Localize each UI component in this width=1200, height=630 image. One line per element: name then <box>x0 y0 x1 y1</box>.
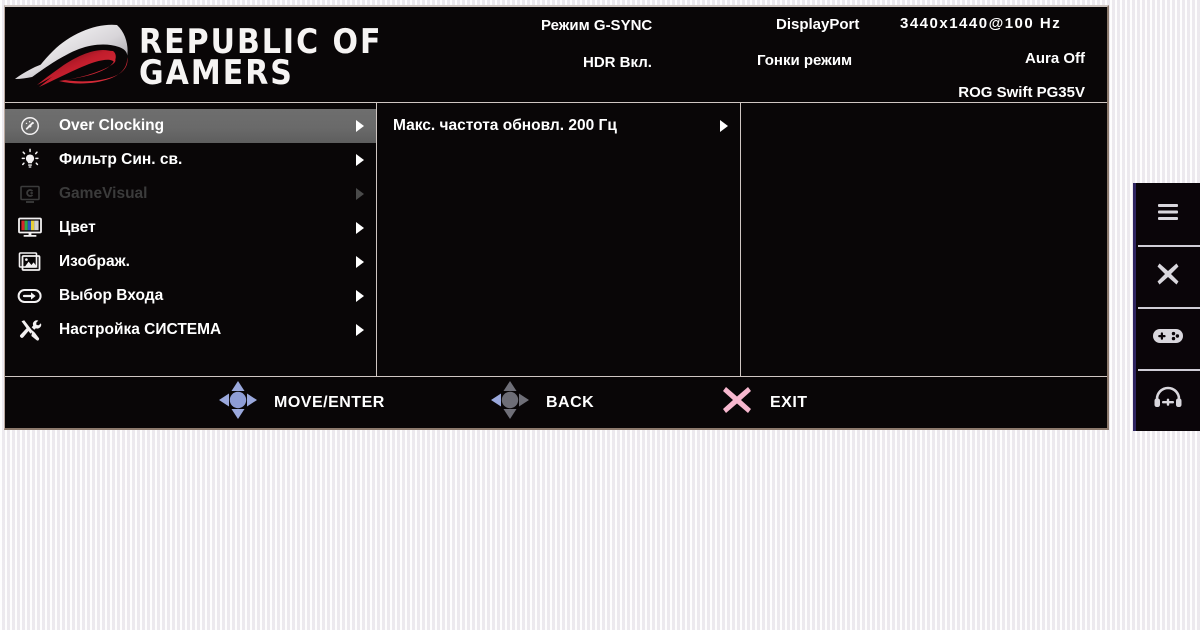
submenu-item-label: Макс. частота обновл. 200 Гц <box>393 117 617 134</box>
chevron-right-icon <box>356 324 364 336</box>
chevron-right-icon <box>356 188 364 200</box>
headset-button[interactable] <box>1136 369 1200 431</box>
osd-submenu: Макс. частота обновл. 200 Гц <box>377 103 741 376</box>
chevron-right-icon <box>356 154 364 166</box>
menu-item-label: GameVisual <box>59 185 148 202</box>
wordmark-line-2: GAMERS <box>139 53 294 93</box>
menu-item-color[interactable]: Цвет <box>5 211 376 245</box>
footer-exit[interactable]: EXIT <box>718 377 808 428</box>
menu-item-system-setup[interactable]: Настройка СИСТЕМА <box>5 313 376 347</box>
osd-footer: MOVE/ENTER BACK EXIT <box>5 376 1107 428</box>
rog-branding: REPUBLIC OF GAMERS <box>13 17 383 92</box>
lightbulb-icon <box>15 147 45 173</box>
joystick-left-icon <box>488 378 532 427</box>
menu-item-image[interactable]: Изображ. <box>5 245 376 279</box>
headset-icon <box>1153 386 1183 415</box>
menu-item-label: Настройка СИСТЕМА <box>59 321 222 338</box>
x-close-icon <box>1155 261 1181 292</box>
menu-button[interactable] <box>1136 183 1200 245</box>
footer-move-enter[interactable]: MOVE/ENTER <box>216 377 385 428</box>
menu-item-label: Цвет <box>59 219 96 236</box>
footer-move-enter-label: MOVE/ENTER <box>274 393 385 411</box>
footer-exit-label: EXIT <box>770 393 808 411</box>
x-close-icon <box>718 381 756 424</box>
color-monitor-icon <box>15 215 45 241</box>
menu-item-blue-light-filter[interactable]: Фильтр Син. св. <box>5 143 376 177</box>
submenu-item-max-refresh-rate[interactable]: Макс. частота обновл. 200 Гц <box>377 109 740 143</box>
chevron-right-icon <box>356 290 364 302</box>
menu-item-label: Over Clocking <box>59 117 165 134</box>
monitor-model: ROG Swift PG35V <box>958 84 1085 101</box>
menu-item-over-clocking[interactable]: Over Clocking <box>5 109 376 143</box>
picture-mode-status: Гонки режим <box>757 52 853 69</box>
tools-icon <box>15 317 45 343</box>
osd-header: REPUBLIC OF GAMERS Режим G-SYNC HDR Вкл.… <box>5 7 1107 103</box>
chevron-right-icon <box>356 120 364 132</box>
gamevisual-icon <box>15 181 45 207</box>
input-port-status: DisplayPort <box>776 16 860 33</box>
menu-item-label: Выбор Входа <box>59 287 164 304</box>
speedometer-icon <box>15 113 45 139</box>
menu-item-label: Фильтр Син. св. <box>59 151 183 168</box>
osd-main-menu: Over Clocking Фильтр Син. св. GameVisual… <box>5 103 377 376</box>
menu-item-gamevisual[interactable]: GameVisual <box>5 177 376 211</box>
footer-back[interactable]: BACK <box>488 377 594 428</box>
gsync-mode-status: Режим G-SYNC <box>541 17 653 34</box>
menu-item-label: Изображ. <box>59 253 130 270</box>
aura-status: Aura Off <box>1025 50 1085 67</box>
monitor-button-strip <box>1133 183 1200 431</box>
rog-eye-logo-icon <box>13 17 131 92</box>
chevron-right-icon <box>720 120 728 132</box>
input-arrow-icon <box>15 283 45 309</box>
hdr-status: HDR Вкл. <box>583 54 652 71</box>
close-button[interactable] <box>1136 245 1200 307</box>
footer-back-label: BACK <box>546 393 595 411</box>
chevron-right-icon <box>356 222 364 234</box>
picture-icon <box>15 249 45 275</box>
osd-detail-panel <box>741 103 1107 376</box>
gamepad-button[interactable] <box>1136 307 1200 369</box>
menu-item-input-select[interactable]: Выбор Входа <box>5 279 376 313</box>
rog-wordmark: REPUBLIC OF GAMERS <box>139 25 383 93</box>
chevron-right-icon <box>356 256 364 268</box>
joystick-4way-icon <box>216 378 260 427</box>
gamepad-icon <box>1152 326 1184 351</box>
osd-body: Over Clocking Фильтр Син. св. GameVisual… <box>5 103 1107 376</box>
resolution-status: 3440x1440@100 Hz <box>900 15 1062 32</box>
hamburger-menu-icon <box>1155 201 1181 228</box>
osd-window: REPUBLIC OF GAMERS Режим G-SYNC HDR Вкл.… <box>4 5 1109 430</box>
